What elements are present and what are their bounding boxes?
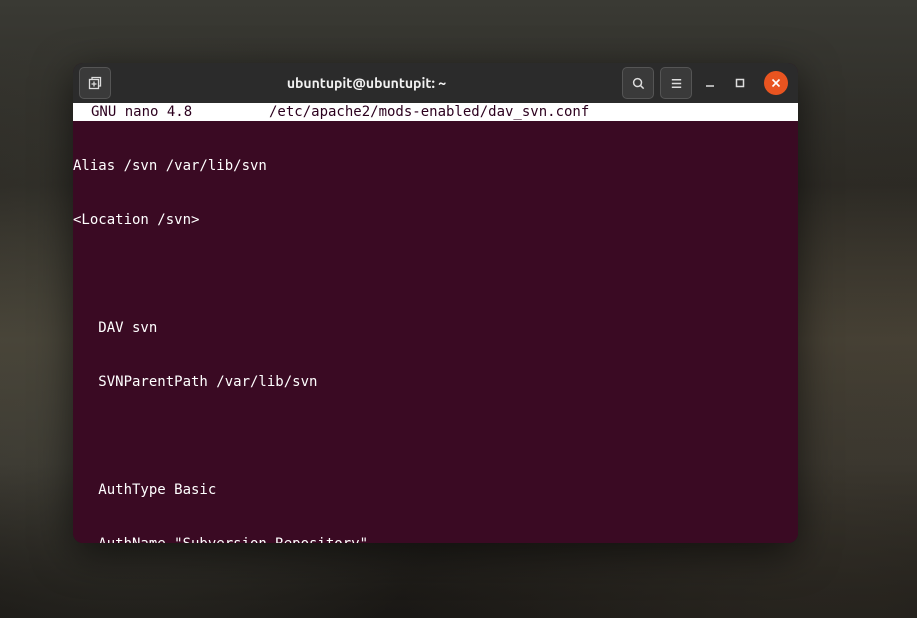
nano-app-name: GNU nano 4.8	[73, 103, 269, 121]
window-titlebar[interactable]: ubuntupit@ubuntupit: ~	[73, 63, 798, 103]
terminal-body[interactable]: GNU nano 4.8 /etc/apache2/mods-enabled/d…	[73, 103, 798, 543]
desktop-background: ubuntupit@ubuntupit: ~	[0, 0, 917, 618]
minimize-button[interactable]	[698, 71, 722, 95]
close-button[interactable]	[764, 71, 788, 95]
menu-button[interactable]	[660, 67, 692, 99]
window-title: ubuntupit@ubuntupit: ~	[111, 75, 622, 91]
editor-line: AuthType Basic	[73, 481, 798, 499]
terminal-window: ubuntupit@ubuntupit: ~	[73, 63, 798, 543]
scrollbar-indicator	[792, 103, 798, 121]
maximize-button[interactable]	[728, 71, 752, 95]
nano-file-path: /etc/apache2/mods-enabled/dav_svn.conf	[269, 103, 589, 121]
editor-line: Alias /svn /var/lib/svn	[73, 157, 798, 175]
editor-line: DAV svn	[73, 319, 798, 337]
search-button[interactable]	[622, 67, 654, 99]
editor-line: SVNParentPath /var/lib/svn	[73, 373, 798, 391]
new-tab-button[interactable]	[79, 67, 111, 99]
editor-content[interactable]: Alias /svn /var/lib/svn <Location /svn> …	[73, 121, 798, 543]
editor-line	[73, 265, 798, 283]
editor-line: <Location /svn>	[73, 211, 798, 229]
editor-line: AuthName "Subversion Repository"	[73, 535, 798, 543]
editor-line	[73, 427, 798, 445]
nano-header-bar: GNU nano 4.8 /etc/apache2/mods-enabled/d…	[73, 103, 798, 121]
